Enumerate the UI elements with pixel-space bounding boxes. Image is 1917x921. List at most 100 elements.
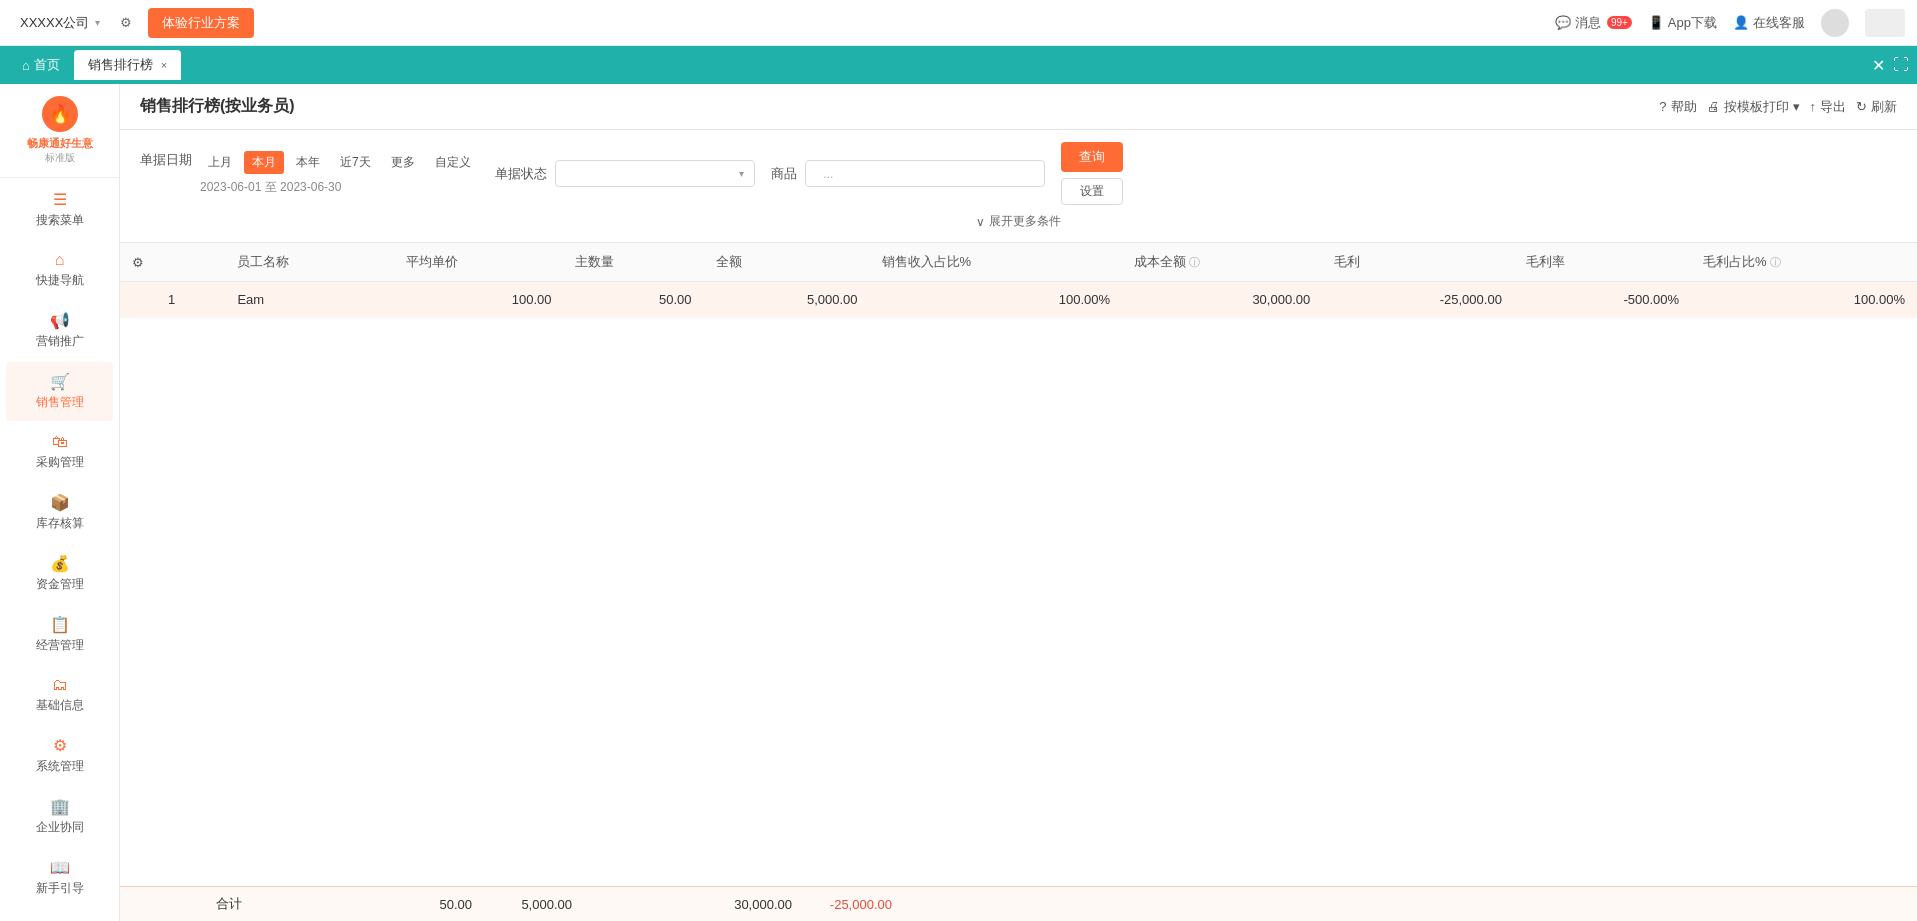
status-select[interactable]: ▾ xyxy=(555,160,755,187)
th-rank xyxy=(156,243,225,282)
sidebar-icon-marketing: 📢 xyxy=(50,311,70,330)
sidebar-item-search-order[interactable]: ☰ 搜索菜单 xyxy=(6,180,113,239)
row-avg-price-0: 100.00 xyxy=(394,282,563,318)
page-header-right: ? 帮助 🖨 按模板打印 ▾ ↑ 导出 ↻ 刷新 xyxy=(1659,98,1897,116)
message-badge: 99+ xyxy=(1607,16,1632,29)
footer-cost-amount: 30,000.00 xyxy=(704,897,804,912)
help-btn[interactable]: ? 帮助 xyxy=(1659,98,1696,116)
sidebar-item-sales-mgmt[interactable]: 🛒 销售管理 xyxy=(6,362,113,421)
date-filter-group: 单据日期 上月 本月 本年 近7天 更多 自定义 2023-06-01 至 20… xyxy=(140,151,479,196)
sidebar-icon-inventory: 📦 xyxy=(50,493,70,512)
setting-btn[interactable]: 设置 xyxy=(1061,178,1123,205)
th-settings: ⚙ xyxy=(120,243,156,282)
query-btn[interactable]: 查询 xyxy=(1061,142,1123,172)
date-tab-this-year[interactable]: 本年 xyxy=(288,151,328,174)
sidebar-item-finance[interactable]: 💰 资金管理 xyxy=(6,544,113,603)
expand-row[interactable]: ∨ 展开更多条件 xyxy=(140,213,1897,230)
user-name-display xyxy=(1865,9,1905,37)
row-gross-rate-0: -500.00% xyxy=(1514,282,1691,318)
row-settings-0[interactable] xyxy=(120,282,156,318)
sidebar-item-quick-nav[interactable]: ⌂ 快捷导航 xyxy=(6,241,113,299)
sidebar-icon-system-mgmt: ⚙ xyxy=(53,736,67,755)
th-gross-rate: 毛利率 xyxy=(1514,243,1691,282)
gross-pct-info-icon[interactable]: ⓘ xyxy=(1770,256,1781,268)
help-icon: ? xyxy=(1659,99,1666,114)
trial-btn[interactable]: 体验行业方案 xyxy=(148,8,254,38)
message-icon: 💬 xyxy=(1555,15,1571,30)
logo-sub: 标准版 xyxy=(45,151,75,165)
sidebar-item-system-mgmt[interactable]: ⚙ 系统管理 xyxy=(6,726,113,785)
online-service-icon: 👤 xyxy=(1733,15,1749,30)
sidebar-item-basic-info[interactable]: 🗂 基础信息 xyxy=(6,666,113,724)
date-tab-7days[interactable]: 近7天 xyxy=(332,151,379,174)
tab-home-label: 首页 xyxy=(34,56,60,74)
sidebar-label-inventory: 库存核算 xyxy=(36,515,84,532)
main-layout: 🔥 畅康通好生意 标准版 ☰ 搜索菜单 ⌂ 快捷导航 📢 营销推广 🛒 销售管理… xyxy=(0,84,1917,921)
sidebar-item-marketing[interactable]: 📢 营销推广 xyxy=(6,301,113,360)
logo-text: 畅康通好生意 xyxy=(27,136,93,151)
sidebar-icon-enterprise: 🏢 xyxy=(50,797,70,816)
row-sales-pct-0: 100.00% xyxy=(870,282,1123,318)
avatar[interactable] xyxy=(1821,9,1849,37)
logo-icon: 🔥 xyxy=(42,96,78,132)
template-print-btn[interactable]: 🖨 按模板打印 ▾ xyxy=(1707,98,1800,116)
row-gross-profit-0: -25,000.00 xyxy=(1322,282,1514,318)
goods-more-icon[interactable]: ... xyxy=(823,167,833,181)
cost-info-icon[interactable]: ⓘ xyxy=(1189,256,1200,268)
app-download-item[interactable]: 📱 App下载 xyxy=(1648,14,1717,32)
sidebar-label-starter: 新手引导 xyxy=(36,880,84,897)
home-icon: ⌂ xyxy=(22,58,30,73)
tab-close-all-icon[interactable]: ✕ xyxy=(1872,56,1885,75)
template-print-arrow: ▾ xyxy=(1793,99,1800,114)
export-btn[interactable]: ↑ 导出 xyxy=(1810,98,1847,116)
tab-close-icon[interactable]: × xyxy=(161,59,167,71)
footer-main-qty: 50.00 xyxy=(404,897,484,912)
tab-bar: ⌂ 首页 销售排行榜 × ✕ ⛶ xyxy=(0,46,1917,84)
sidebar-label-finance: 资金管理 xyxy=(36,576,84,593)
sidebar-item-app-center[interactable]: 📺 应用中心 xyxy=(6,909,113,921)
sidebar-label-quick-nav: 快捷导航 xyxy=(36,272,84,289)
row-main-qty-0: 50.00 xyxy=(563,282,703,318)
settings-icon-btn[interactable]: ⚙ xyxy=(112,9,140,37)
export-icon: ↑ xyxy=(1810,99,1817,114)
filter-bar: 单据日期 上月 本月 本年 近7天 更多 自定义 2023-06-01 至 20… xyxy=(120,130,1917,243)
chevron-down-icon: ▾ xyxy=(95,17,100,28)
th-gross-pct: 毛利占比%ⓘ xyxy=(1691,243,1917,282)
message-item[interactable]: 💬 消息 99+ xyxy=(1555,14,1632,32)
tab-sales-ranking[interactable]: 销售排行榜 × xyxy=(74,50,181,80)
table-container: ⚙ 员工名称 平均单价 主数量 全额 销售收入占比% 成本全额ⓘ 毛利 xyxy=(120,243,1917,886)
message-label: 消息 xyxy=(1575,14,1601,32)
refresh-btn[interactable]: ↻ 刷新 xyxy=(1856,98,1897,116)
sidebar-item-enterprise[interactable]: 🏢 企业协同 xyxy=(6,787,113,846)
sidebar-label-marketing: 营销推广 xyxy=(36,333,84,350)
date-tab-more[interactable]: 更多 xyxy=(383,151,423,174)
sidebar-item-inventory[interactable]: 📦 库存核算 xyxy=(6,483,113,542)
page-header: 销售排行榜(按业务员) ? 帮助 🖨 按模板打印 ▾ ↑ 导出 xyxy=(120,84,1917,130)
sidebar-item-operations[interactable]: 📋 经营管理 xyxy=(6,605,113,664)
company-selector[interactable]: XXXXX公司 ▾ xyxy=(12,10,108,36)
status-label: 单据状态 xyxy=(495,165,547,183)
tab-restore-icon[interactable]: ⛶ xyxy=(1893,56,1909,74)
expand-arrow-icon: ∨ xyxy=(976,215,985,229)
footer-amount: 5,000.00 xyxy=(484,897,584,912)
status-select-arrow: ▾ xyxy=(739,168,744,179)
sidebar-item-starter[interactable]: 📖 新手引导 xyxy=(6,848,113,907)
online-service-item[interactable]: 👤 在线客服 xyxy=(1733,14,1805,32)
sidebar-label-purchase-mgmt: 采购管理 xyxy=(36,454,84,471)
tab-home[interactable]: ⌂ 首页 xyxy=(8,50,74,80)
sidebar-icon-finance: 💰 xyxy=(50,554,70,573)
date-tab-custom[interactable]: 自定义 xyxy=(427,151,479,174)
goods-input[interactable]: ... xyxy=(805,160,1045,187)
date-tab-current-month[interactable]: 本月 xyxy=(244,151,284,174)
th-main-qty: 主数量 xyxy=(563,243,703,282)
app-container: XXXXX公司 ▾ ⚙ 体验行业方案 💬 消息 99+ 📱 App下载 👤 在线… xyxy=(0,0,1917,921)
sidebar-item-purchase-mgmt[interactable]: 🛍 采购管理 xyxy=(6,423,113,481)
status-select-value xyxy=(566,166,570,181)
sidebar-label-sales-mgmt: 销售管理 xyxy=(36,394,84,411)
content-area: 销售排行榜(按业务员) ? 帮助 🖨 按模板打印 ▾ ↑ 导出 xyxy=(120,84,1917,921)
goods-filter-group: 商品 ... xyxy=(771,160,1045,187)
sidebar-label-basic-info: 基础信息 xyxy=(36,697,84,714)
date-tab-prev-month[interactable]: 上月 xyxy=(200,151,240,174)
table-header-row: ⚙ 员工名称 平均单价 主数量 全额 销售收入占比% 成本全额ⓘ 毛利 xyxy=(120,243,1917,282)
column-settings-icon[interactable]: ⚙ xyxy=(132,255,144,270)
